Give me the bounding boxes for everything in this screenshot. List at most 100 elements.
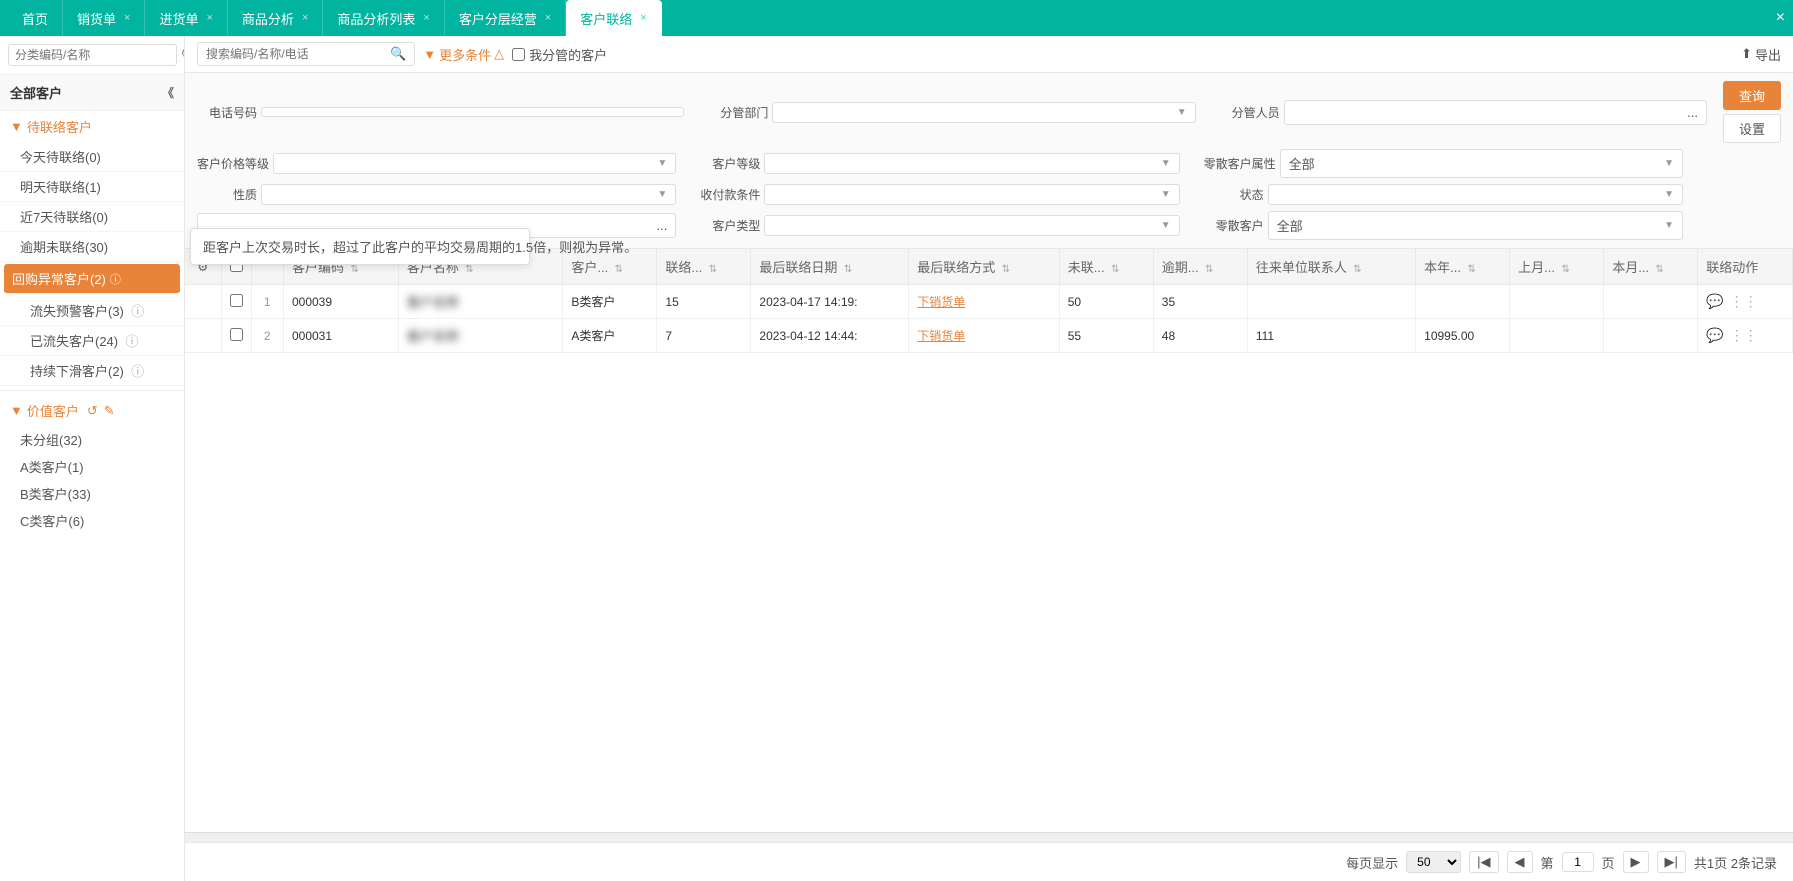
td-unit-contact-1 [1247,285,1415,319]
info-icon-declining[interactable]: ⓘ [131,364,144,379]
nav-tab-customer-tier[interactable]: 客户分层经营 × [445,0,566,36]
filter-price-level-select[interactable]: ▼ [273,153,676,174]
sidebar-item-b-class[interactable]: B类客户(33) [0,480,184,507]
close-purchase-icon[interactable]: × [206,12,212,24]
sidebar-group-value-customers[interactable]: ▼ 价值客户 ↺ ✎ [0,395,184,426]
nav-tab-purchase[interactable]: 进货单 × [145,0,227,36]
sidebar-item-churn-warning[interactable]: 流失预警客户(3) ⓘ [0,296,184,326]
dept-arrow-icon: ▼ [1177,107,1187,118]
refresh-icon[interactable]: ↺ [87,403,98,419]
horizontal-scrollbar[interactable] [185,832,1793,842]
nav-tab-sales[interactable]: 销货单 × [63,0,145,36]
td-contact-2: 7 [657,319,751,353]
sidebar-item-c-class[interactable]: C类客户(6) [0,507,184,534]
total-label: 共1页 2条记录 [1694,853,1777,872]
edit-icon[interactable]: ✎ [104,403,115,419]
export-button[interactable]: ⬆ 导出 [1741,45,1781,64]
filter-search-icon[interactable]: 🔍 [390,46,406,62]
filter-icon: ▼ [423,47,436,62]
nav-tab-analysis[interactable]: 商品分析 × [228,0,323,36]
td-not-contact-2: 55 [1059,319,1153,353]
td-overdue-1: 35 [1153,285,1247,319]
td-last-month-2 [1510,319,1604,353]
customer-level-arrow-icon: ▼ [1161,158,1171,169]
sidebar-item-repurchase-abnormal[interactable]: 回购异常客户(2) ⓘ [4,264,180,294]
th-last-contact-date[interactable]: 最后联络日期 ⇅ [751,249,909,285]
prev-page-button[interactable]: ◀ [1507,851,1533,873]
close-sales-icon[interactable]: × [124,12,130,24]
th-this-month[interactable]: 本月... ⇅ [1604,249,1698,285]
query-button[interactable]: 查询 [1723,81,1781,110]
sidebar-search-input[interactable] [8,44,177,66]
more-icon-1[interactable]: ⋮⋮ [1730,293,1758,310]
info-icon-churn-warning[interactable]: ⓘ [131,304,144,319]
th-overdue[interactable]: 逾期... ⇅ [1153,249,1247,285]
filter-scattered-customer-select[interactable]: 全部 ▼ [1268,211,1683,240]
th-unit-contact[interactable]: 往来单位联系人 ⇅ [1247,249,1415,285]
td-num-2: 2 [251,319,283,353]
th-contact[interactable]: 联络... ⇅ [657,249,751,285]
filter-my-customer[interactable]: 我分管的客户 [512,45,607,64]
th-last-contact-type[interactable]: 最后联络方式 ⇅ [909,249,1060,285]
sidebar-group-pending[interactable]: ▼ 待联络客户 [0,111,184,142]
arrow-down-icon: ▼ [10,119,23,134]
th-not-contact[interactable]: 未联... ⇅ [1059,249,1153,285]
nav-tab-home[interactable]: 首页 [8,0,63,36]
sidebar-item-a-class[interactable]: A类客户(1) [0,453,184,480]
filter-more-button[interactable]: ▼ 更多条件 △ [423,45,504,64]
first-page-button[interactable]: |◀ [1469,851,1498,873]
last-page-button[interactable]: ▶| [1657,851,1686,873]
sidebar-item-churned[interactable]: 已流失客户(24) ⓘ [0,326,184,356]
filter-cell-payment: 收付款条件 ▼ [700,184,1179,205]
settings-button[interactable]: 设置 [1723,114,1781,143]
info-icon-churned[interactable]: ⓘ [125,334,138,349]
filter-status-select[interactable]: ▼ [1268,184,1683,205]
close-customer-tier-icon[interactable]: × [545,12,551,24]
td-last-month-1 [1510,285,1604,319]
per-page-select[interactable]: 50 100 [1406,851,1461,873]
info-icon-repurchase[interactable]: ⓘ [110,271,121,287]
filter-cell-scattered-customer: 零散客户 全部 ▼ [1204,211,1683,240]
filter-customer-level-select[interactable]: ▼ [764,153,1179,174]
sort-not-contact-icon: ⇅ [1111,264,1119,275]
filter-scattered-attr-select[interactable]: 全部 ▼ [1280,149,1683,178]
filter-search-input[interactable] [206,47,386,61]
sort-date-icon: ⇅ [844,264,852,275]
td-last-contact-type-1[interactable]: 下销货单 [909,285,1060,319]
nav-tab-analysis-list[interactable]: 商品分析列表 × [323,0,444,36]
more-icon-2[interactable]: ⋮⋮ [1730,327,1758,344]
th-year[interactable]: 本年... ⇅ [1416,249,1510,285]
sidebar-item-today[interactable]: 今天待联络(0) [0,142,184,172]
filter-dept-select[interactable]: ▼ [772,102,1195,123]
filter-customer-type-select[interactable]: ▼ [764,215,1179,236]
nav-tab-customer-contact[interactable]: 客户联络 × [566,0,661,36]
filter-manager-input[interactable]: ... [1284,100,1707,125]
contact-icon-1[interactable]: 💬 [1706,293,1723,310]
close-all-button[interactable]: × [1776,9,1785,27]
table-row: 1 000039 客户名称 B类客户 15 2023-04-17 14:19: … [185,285,1793,319]
sidebar-divider [0,390,184,391]
row1-checkbox[interactable] [230,294,243,307]
sidebar-item-declining[interactable]: 持续下滑客户(2) ⓘ [0,356,184,386]
sort-code-icon: ⇅ [350,264,358,275]
close-analysis-list-icon[interactable]: × [423,12,429,24]
filter-nature-select[interactable]: ▼ [261,184,676,205]
sidebar-item-7days[interactable]: 近7天待联络(0) [0,202,184,232]
td-not-contact-1: 50 [1059,285,1153,319]
row2-checkbox[interactable] [230,328,243,341]
my-customer-checkbox[interactable] [512,48,525,61]
sidebar-item-ungroup[interactable]: 未分组(32) [0,426,184,453]
filter-payment-select[interactable]: ▼ [764,184,1179,205]
next-page-button[interactable]: ▶ [1623,851,1649,873]
action-icons-2: 💬 ⋮⋮ [1706,327,1784,344]
collapse-icon[interactable]: 《 [162,84,174,101]
th-last-month[interactable]: 上月... ⇅ [1510,249,1604,285]
contact-icon-2[interactable]: 💬 [1706,327,1723,344]
close-analysis-icon[interactable]: × [302,12,308,24]
filter-phone-input[interactable] [261,107,684,117]
sidebar-item-overdue[interactable]: 逾期未联络(30) [0,232,184,262]
sidebar-item-tomorrow[interactable]: 明天待联络(1) [0,172,184,202]
td-last-contact-type-2[interactable]: 下销货单 [909,319,1060,353]
page-number-input[interactable] [1562,852,1594,872]
close-customer-contact-icon[interactable]: × [640,12,646,24]
